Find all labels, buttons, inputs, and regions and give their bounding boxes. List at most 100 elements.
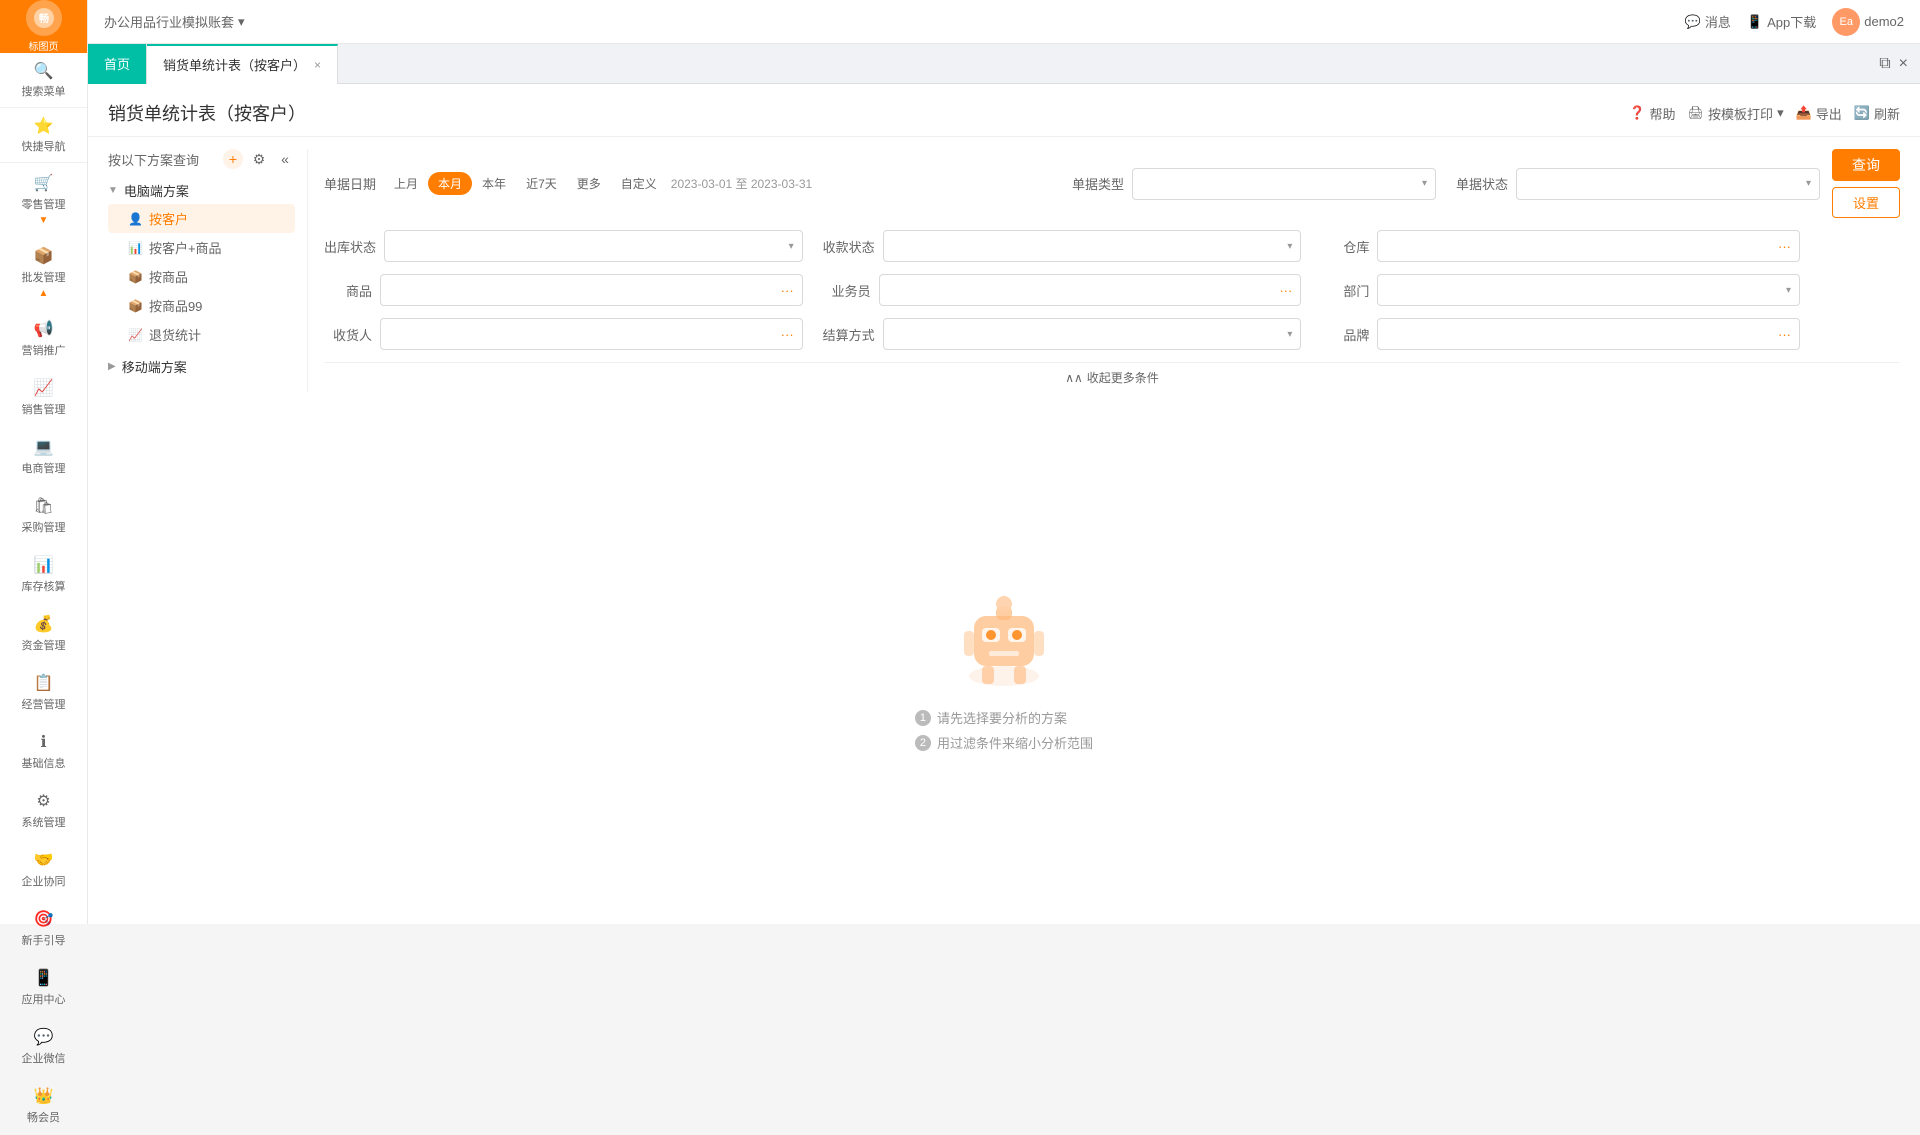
refresh-btn[interactable]: 🔄 刷新 [1854, 104, 1900, 123]
scheme-header-actions: + ⚙ « [223, 149, 295, 169]
doc-status-arrow: ▾ [1806, 178, 1811, 189]
filter-area: 按以下方案查询 + ⚙ « ▼ 电脑端方案 👤 [88, 137, 1920, 404]
collapse-bar[interactable]: ∧∧ 收起更多条件 [324, 362, 1900, 392]
date-btn-last7[interactable]: 近7天 [516, 171, 567, 196]
scheme-settings-btn[interactable]: ⚙ [249, 149, 269, 169]
recipient-input[interactable]: ··· [380, 318, 803, 350]
doc-type-input[interactable]: ▾ [1132, 168, 1436, 200]
product-dots: ··· [781, 283, 794, 298]
sidebar-item-system[interactable]: ⚙ 系统管理 [0, 781, 87, 840]
query-btn[interactable]: 查询 [1832, 149, 1900, 181]
window-restore-btn[interactable]: ⧉ [1879, 55, 1890, 73]
dropdown-icon: ▾ [238, 14, 245, 30]
sidebar-item-basic[interactable]: ℹ 基础信息 [0, 722, 87, 781]
sidebar-item-sales[interactable]: 📈 销售管理 [0, 368, 87, 427]
scheme-item-return-stat[interactable]: 📈 退货统计 [108, 320, 295, 349]
main-area: 办公用品行业模拟账套 ▾ 💬 消息 📱 App下载 Ea demo2 首页 [88, 0, 1920, 924]
doc-type-label: 单据类型 [1072, 174, 1132, 193]
payment-arrow: ▾ [1287, 329, 1292, 340]
sidebar-item-enterprise[interactable]: 🤝 企业协同 [0, 840, 87, 899]
sidebar-item-wechat[interactable]: 💬 企业微信 [0, 1017, 87, 1076]
scheme-group-desktop-label: 电脑端方案 [124, 181, 189, 200]
scheme-item-by-product99[interactable]: 📦 按商品99 [108, 291, 295, 320]
sidebar-item-appcenter[interactable]: 📱 应用中心 [0, 958, 87, 1017]
product-input[interactable]: ··· [380, 274, 803, 306]
sidebar-item-wholesale[interactable]: 📦 批发管理 ▲ [0, 236, 87, 309]
message-btn[interactable]: 💬 消息 [1685, 12, 1731, 31]
app-download-btn[interactable]: 📱 App下载 [1747, 12, 1816, 31]
window-close-btn[interactable]: × [1899, 55, 1908, 73]
department-arrow: ▾ [1786, 285, 1791, 296]
date-btn-this-year[interactable]: 本年 [472, 171, 516, 196]
filter-row-1: 单据日期 上月 本月 本年 近7天 更多 自定义 2023-03-01 至 20… [324, 149, 1900, 218]
sidebar-item-ecommerce[interactable]: 💻 电商管理 [0, 427, 87, 486]
scheme-group-desktop: ▼ 电脑端方案 👤 按客户 📊 按客户+商品 📦 [108, 177, 295, 349]
app-title-dropdown[interactable]: 办公用品行业模拟账套 ▾ [104, 12, 245, 31]
svg-text:畅: 畅 [39, 12, 49, 25]
scheme-group-mobile-title[interactable]: ▶ 移动端方案 [108, 353, 295, 380]
scheme-item-by-product[interactable]: 📦 按商品 [108, 262, 295, 291]
sidebar-item-search[interactable]: 🔍 搜索菜单 [0, 53, 87, 108]
scheme-header: 按以下方案查询 + ⚙ « [108, 149, 295, 169]
content-area: 销货单统计表（按客户） ❓ 帮助 🖨 按模板打印 ▾ 📤 导出 🔄 刷新 [88, 84, 1920, 924]
date-btn-last-month[interactable]: 上月 [384, 171, 428, 196]
export-btn[interactable]: 📤 导出 [1796, 104, 1842, 123]
sidebar-item-finance[interactable]: 💰 资金管理 [0, 604, 87, 663]
page-actions: ❓ 帮助 🖨 按模板打印 ▾ 📤 导出 🔄 刷新 [1629, 104, 1900, 123]
sidebar-item-member[interactable]: 👑 畅会员 [0, 1076, 87, 1135]
tip-text-2: 用过滤条件来缩小分析范围 [937, 733, 1093, 752]
help-btn[interactable]: ❓ 帮助 [1629, 104, 1675, 123]
tab-home[interactable]: 首页 [88, 44, 147, 84]
date-btn-more[interactable]: 更多 [567, 171, 611, 196]
sidebar-item-quick-nav[interactable]: ⭐ 快捷导航 [0, 108, 87, 163]
tip-num-1: 1 [915, 710, 931, 726]
recipient-label: 收货人 [324, 325, 380, 344]
user-profile[interactable]: Ea demo2 [1832, 8, 1904, 36]
date-btn-this-month[interactable]: 本月 [428, 172, 472, 195]
doc-status-input[interactable]: ▾ [1516, 168, 1820, 200]
tab-close-btn[interactable]: × [314, 58, 321, 72]
warehouse-label: 仓库 [1321, 237, 1377, 256]
department-label: 部门 [1321, 281, 1377, 300]
empty-tips: 1 请先选择要分析的方案 2 用过滤条件来缩小分析范围 [915, 708, 1093, 752]
sidebar-item-retail[interactable]: 🛒 零售管理 ▼ [0, 163, 87, 236]
out-status-input[interactable]: ▾ [384, 230, 803, 262]
filter-field-warehouse: 仓库 ··· [1321, 230, 1800, 262]
recipient-dots: ··· [781, 327, 794, 342]
empty-tip-1: 1 请先选择要分析的方案 [915, 708, 1093, 727]
refresh-icon: 🔄 [1854, 105, 1870, 121]
brand-dots: ··· [1778, 327, 1791, 342]
receive-status-input[interactable]: ▾ [883, 230, 1302, 262]
payment-input[interactable]: ▾ [883, 318, 1302, 350]
filter-field-product: 商品 ··· [324, 274, 803, 306]
salesperson-input[interactable]: ··· [879, 274, 1302, 306]
tab-sales-stat[interactable]: 销货单统计表（按客户） × [147, 44, 338, 84]
product-label: 商品 [324, 281, 380, 300]
filter-field-doc-status: 单据状态 ▾ [1456, 168, 1820, 200]
date-btn-custom[interactable]: 自定义 [611, 171, 667, 196]
print-dropdown-icon: ▾ [1777, 105, 1784, 121]
page-header: 销货单统计表（按客户） ❓ 帮助 🖨 按模板打印 ▾ 📤 导出 🔄 刷新 [88, 84, 1920, 137]
tabbar: 首页 销货单统计表（按客户） × ⧉ × [88, 44, 1920, 84]
scheme-item-customer-product[interactable]: 📊 按客户+商品 [108, 233, 295, 262]
scheme-collapse-btn[interactable]: « [275, 149, 295, 169]
sidebar-item-operations[interactable]: 📋 经营管理 [0, 663, 87, 722]
empty-state: 1 请先选择要分析的方案 2 用过滤条件来缩小分析范围 [88, 404, 1920, 924]
doc-type-arrow: ▾ [1422, 178, 1427, 189]
filter-row-2: 出库状态 ▾ 收款状态 ▾ [324, 230, 1900, 262]
query-btns: 查询 设置 [1820, 149, 1900, 218]
date-range: 2023-03-01 至 2023-03-31 [671, 175, 812, 192]
sidebar-item-inventory[interactable]: 📊 库存核算 [0, 545, 87, 604]
topbar-left: 办公用品行业模拟账套 ▾ [104, 12, 245, 31]
department-input[interactable]: ▾ [1377, 274, 1800, 306]
sidebar-item-purchase[interactable]: 🛍 采购管理 [0, 486, 87, 545]
settings-btn[interactable]: 设置 [1832, 187, 1900, 218]
brand-input[interactable]: ··· [1377, 318, 1800, 350]
scheme-add-btn[interactable]: + [223, 149, 243, 169]
scheme-group-desktop-title[interactable]: ▼ 电脑端方案 [108, 177, 295, 204]
scheme-item-by-customer[interactable]: 👤 按客户 [108, 204, 295, 233]
print-btn[interactable]: 🖨 按模板打印 ▾ [1688, 104, 1784, 123]
sidebar-item-marketing[interactable]: 📢 营销推广 [0, 309, 87, 368]
sidebar-item-newuser[interactable]: 🎯 新手引导 [0, 899, 87, 958]
warehouse-input[interactable]: ··· [1377, 230, 1800, 262]
